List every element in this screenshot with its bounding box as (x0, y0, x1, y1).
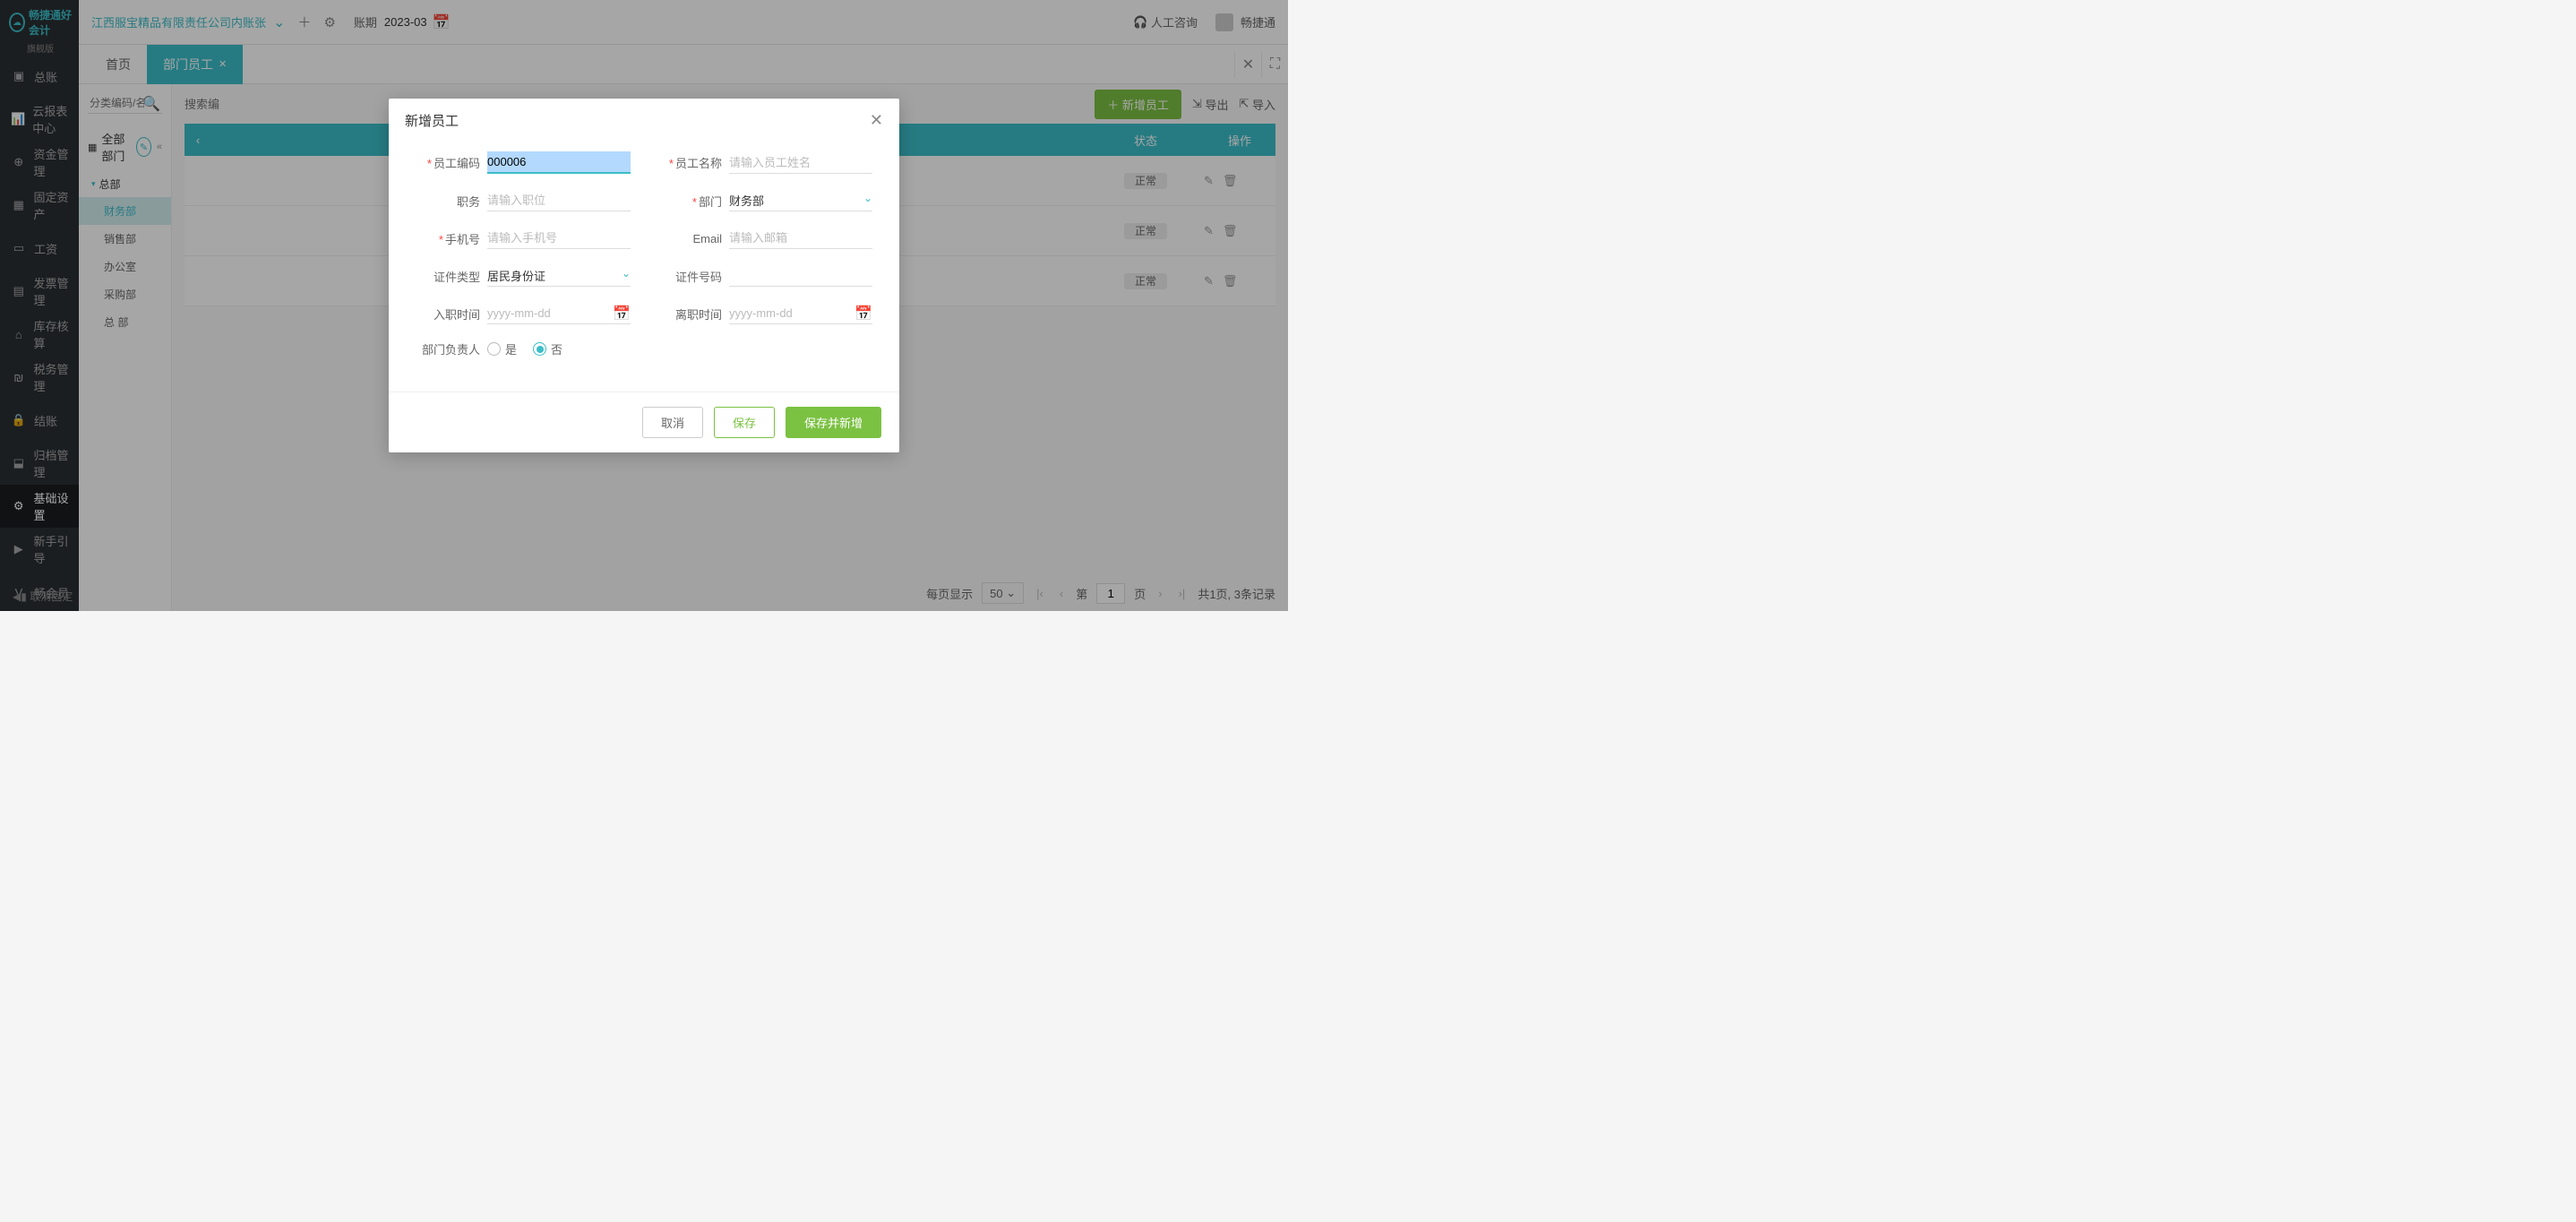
modal-overlay: 新增员工 ✕ *员工编码 000006 *员工名称 职务 (0, 0, 1288, 611)
radio-leader-no[interactable]: 否 (533, 340, 562, 357)
idtype-select[interactable] (487, 265, 631, 286)
save-button[interactable]: 保存 (714, 407, 775, 438)
save-and-new-button[interactable]: 保存并新增 (786, 407, 881, 438)
add-employee-modal: 新增员工 ✕ *员工编码 000006 *员工名称 职务 (389, 99, 899, 452)
leavedate-input[interactable] (729, 303, 872, 323)
chevron-down-icon[interactable]: ⌄ (863, 192, 872, 204)
radio-icon (487, 342, 501, 356)
radio-leader-yes[interactable]: 是 (487, 340, 517, 357)
email-input[interactable] (729, 228, 872, 248)
hiredate-input[interactable] (487, 303, 631, 323)
chevron-down-icon[interactable]: ⌄ (622, 267, 631, 280)
cancel-button[interactable]: 取消 (642, 407, 703, 438)
employee-code-input[interactable]: 000006 (487, 151, 631, 172)
calendar-icon[interactable]: 📅 (613, 305, 631, 323)
calendar-icon[interactable]: 📅 (854, 305, 872, 323)
position-input[interactable] (487, 190, 631, 211)
modal-close-icon[interactable]: ✕ (870, 111, 883, 130)
phone-input[interactable] (487, 228, 631, 248)
modal-title: 新增员工 (405, 111, 459, 130)
dept-select[interactable] (729, 190, 872, 211)
employee-name-input[interactable] (729, 152, 872, 173)
idno-input[interactable] (729, 265, 872, 286)
radio-icon (533, 342, 546, 356)
